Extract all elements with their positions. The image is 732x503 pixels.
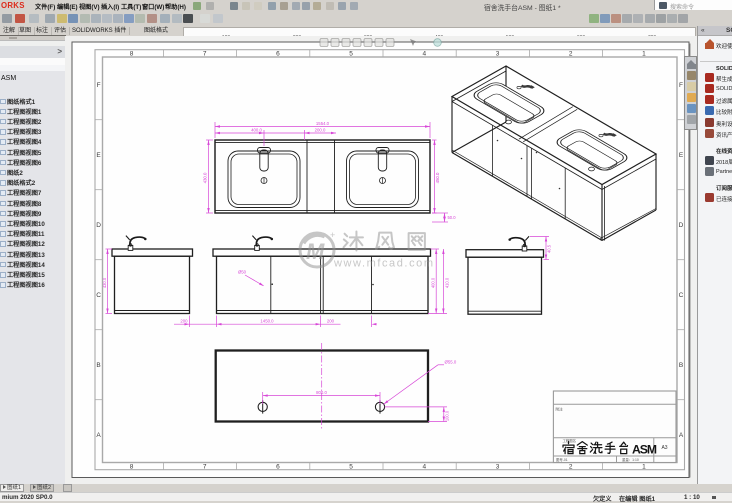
svg-text:200: 200 (327, 319, 335, 324)
svg-text:1: 1 (642, 463, 646, 470)
svg-text:工程图名: 工程图名 (563, 438, 577, 443)
svg-text:410.0: 410.0 (444, 277, 449, 288)
svg-text:7: 7 (203, 463, 207, 470)
svg-text:D: D (96, 222, 101, 229)
svg-text:450.0: 450.0 (435, 172, 440, 183)
svg-text:1554.0: 1554.0 (316, 121, 330, 126)
svg-text:4: 4 (422, 463, 426, 470)
svg-text:100.0: 100.0 (445, 410, 450, 421)
svg-text:2: 2 (569, 51, 573, 58)
svg-text:E: E (679, 152, 684, 159)
svg-text:A3: A3 (661, 445, 667, 451)
svg-text:400.0: 400.0 (251, 128, 262, 133)
svg-text:+: + (330, 230, 335, 240)
svg-text:1: 1 (642, 51, 646, 58)
svg-text:50.0: 50.0 (448, 215, 457, 220)
svg-text:www.mfcad.com: www.mfcad.com (333, 258, 433, 270)
svg-text:8: 8 (130, 463, 134, 470)
svg-text:A: A (679, 432, 684, 439)
svg-text:5: 5 (349, 51, 353, 58)
svg-text:6: 6 (276, 463, 280, 470)
svg-text:2: 2 (569, 463, 573, 470)
svg-text:F: F (679, 82, 683, 89)
svg-text:200.0: 200.0 (315, 128, 326, 133)
svg-text:F: F (97, 82, 101, 89)
svg-text:3: 3 (496, 463, 500, 470)
svg-text:6: 6 (276, 51, 280, 58)
svg-text:M: M (306, 239, 325, 264)
svg-text:C: C (679, 292, 684, 299)
svg-text:430.0: 430.0 (102, 277, 107, 288)
svg-text:Ø50: Ø50 (238, 270, 247, 275)
svg-text:40.5: 40.5 (547, 244, 552, 253)
svg-text:200: 200 (180, 319, 188, 324)
svg-text:E: E (96, 152, 101, 159)
svg-text:3: 3 (496, 51, 500, 58)
svg-text:Ø55.0: Ø55.0 (445, 360, 457, 365)
svg-text:附注: 附注 (556, 407, 564, 412)
svg-text:A: A (96, 432, 101, 439)
svg-text:800.0: 800.0 (316, 390, 327, 395)
svg-text:430.0: 430.0 (203, 172, 208, 183)
svg-text:400.0: 400.0 (431, 277, 436, 288)
svg-text:图号-01: 图号-01 (556, 457, 568, 462)
svg-text:4: 4 (422, 51, 426, 58)
svg-text:C: C (96, 292, 101, 299)
svg-text:B: B (679, 362, 683, 369)
svg-text:重量：1:10: 重量：1:10 (622, 457, 639, 462)
svg-text:ASM: ASM (632, 442, 657, 456)
svg-text:1450.0: 1450.0 (260, 319, 274, 324)
svg-text:5: 5 (349, 463, 353, 470)
svg-text:D: D (679, 222, 684, 229)
svg-text:B: B (96, 362, 100, 369)
svg-text:7: 7 (203, 51, 207, 58)
svg-text:8: 8 (130, 51, 134, 58)
